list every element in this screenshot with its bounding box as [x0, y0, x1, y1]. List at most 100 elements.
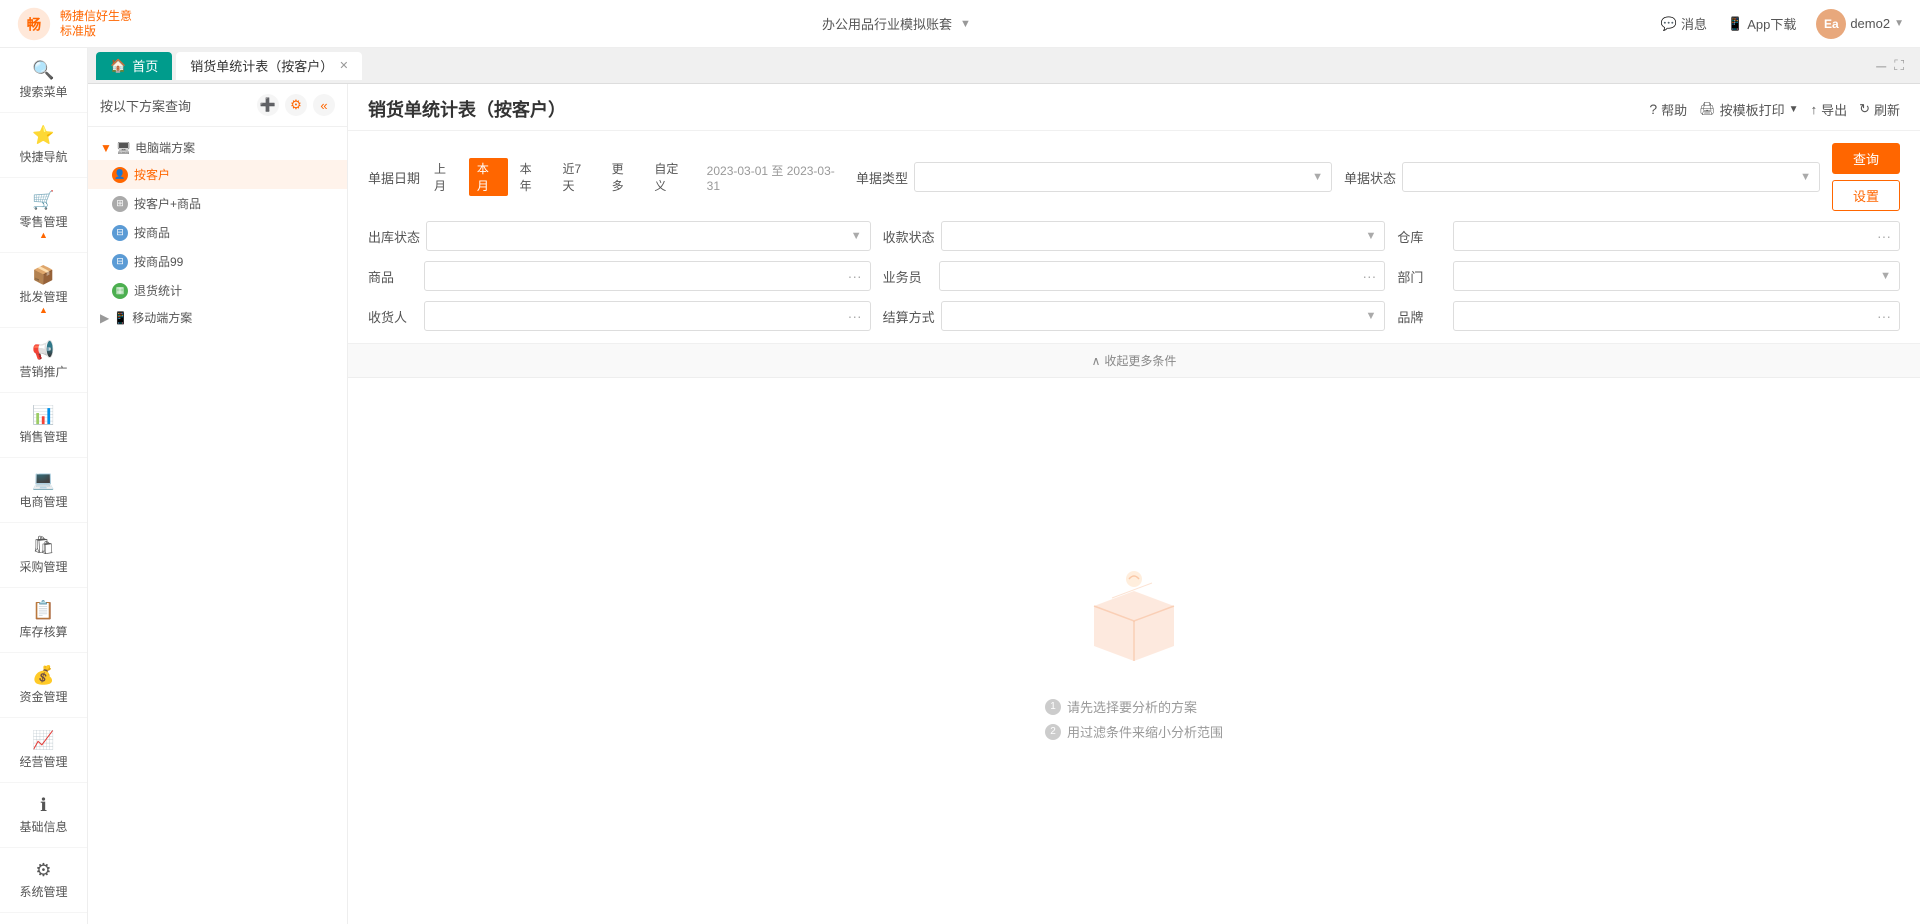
filter-item-warehouse: 仓库 ···: [1397, 221, 1900, 251]
refresh-btn[interactable]: ↻ 刷新: [1859, 100, 1900, 119]
chart-icon: ⊞: [112, 196, 128, 212]
sidebar-item-sales[interactable]: 📊 销售管理: [0, 393, 87, 458]
search-icon: 🔍: [32, 60, 54, 81]
chevron-down-icon[interactable]: ▼: [960, 18, 971, 30]
user-menu[interactable]: Ea demo2 ▼: [1816, 9, 1904, 39]
avatar: Ea: [1816, 9, 1846, 39]
message-btn[interactable]: 💬 消息: [1661, 14, 1707, 33]
purchase-icon: 🛍: [32, 535, 55, 556]
recipient-select[interactable]: ···: [424, 301, 871, 331]
filter-area: 单据日期 上月 本月 本年 近7天 更多 自定义 2023-03-01 至 20…: [348, 131, 1920, 344]
sidebar-item-basic[interactable]: ℹ 基础信息: [0, 783, 87, 848]
scheme-item-by-customer[interactable]: 👤 按客户: [88, 160, 347, 189]
empty-box-icon: [1074, 561, 1194, 681]
recipient-label: 收货人: [368, 307, 418, 326]
print-btn[interactable]: 🖨 按模板打印 ▼: [1699, 100, 1798, 119]
sidebar-item-ecommerce[interactable]: 💻 电商管理: [0, 458, 87, 523]
salesperson-select[interactable]: ···: [939, 261, 1386, 291]
date-tabs: 上月 本月 本年 近7天 更多 自定义: [426, 158, 697, 196]
brand-select[interactable]: ···: [1453, 301, 1900, 331]
window-min-icon[interactable]: ─: [1876, 58, 1886, 74]
sidebar: 🔍 搜索菜单 ⭐ 快捷导航 🛒 零售管理 ▲ 📦 批发管理 ▲ 📢 营销推广 📊…: [0, 48, 88, 924]
dept-select[interactable]: ▼: [1453, 261, 1900, 291]
sidebar-item-finance[interactable]: 💰 资金管理: [0, 653, 87, 718]
header-center[interactable]: 办公用品行业模拟账套 ▼: [822, 14, 971, 33]
scheme-item-by-product-99[interactable]: ⊟ 按商品99: [88, 247, 347, 276]
dots-icon[interactable]: ···: [1877, 308, 1891, 324]
mobile-icon: 📱: [113, 311, 128, 325]
sidebar-item-purchase[interactable]: 🛍 采购管理: [0, 523, 87, 588]
brand-label: 品牌: [1397, 307, 1447, 326]
sidebar-item-search[interactable]: 🔍 搜索菜单: [0, 48, 87, 113]
scheme-item-by-product[interactable]: ⊟ 按商品: [88, 218, 347, 247]
sidebar-item-operation[interactable]: 📈 经营管理: [0, 718, 87, 783]
search-button[interactable]: 查询: [1832, 143, 1900, 174]
scheme-item-return-stat[interactable]: ▦ 退货统计: [88, 276, 347, 305]
empty-tip-1: 1 请先选择要分析的方案: [1045, 697, 1223, 716]
retail-icon: 🛒: [32, 190, 54, 211]
product-select[interactable]: ···: [424, 261, 871, 291]
date-tab-current-year[interactable]: 本年: [512, 158, 551, 196]
top-header: 畅 畅捷信好生意 标准版 办公用品行业模拟账套 ▼ 💬 消息 📱 App下载 E…: [0, 0, 1920, 48]
sidebar-item-marketing[interactable]: 📢 营销推广: [0, 328, 87, 393]
sidebar-item-inventory[interactable]: 📋 库存核算: [0, 588, 87, 653]
receipt-status-select[interactable]: ▼: [941, 221, 1386, 251]
dots-icon[interactable]: ···: [1362, 268, 1376, 284]
scheme-item-by-customer-product[interactable]: ⊞ 按客户+商品: [88, 189, 347, 218]
help-btn[interactable]: ? 帮助: [1649, 100, 1687, 119]
sidebar-item-shortcut[interactable]: ⭐ 快捷导航: [0, 113, 87, 178]
date-tab-prev-month[interactable]: 上月: [426, 158, 465, 196]
date-tab-more[interactable]: 更多: [604, 158, 643, 196]
collapse-scheme-btn[interactable]: «: [313, 94, 335, 116]
tab-sales-stat[interactable]: 销货单统计表（按客户） ✕: [176, 52, 362, 80]
star-icon: ⭐: [32, 125, 54, 146]
chevron-down-icon: ▼: [1800, 171, 1811, 183]
settings-button[interactable]: 设置: [1832, 180, 1900, 211]
wholesale-icon: 📦: [32, 265, 54, 286]
chevron-down-icon: ▼: [1365, 230, 1376, 242]
filter-panel: 销货单统计表（按客户） ? 帮助 🖨 按模板打印 ▼ ↑: [348, 84, 1920, 924]
date-tab-7days[interactable]: 近7天: [554, 158, 599, 196]
empty-tip-2: 2 用过滤条件来缩小分析范围: [1045, 722, 1223, 741]
filter-row-1: 单据日期 上月 本月 本年 近7天 更多 自定义 2023-03-01 至 20…: [368, 143, 1900, 211]
filter-row-2: 出库状态 ▼ 收款状态 ▼: [368, 221, 1900, 251]
dots-icon[interactable]: ···: [848, 268, 862, 284]
app-download-btn[interactable]: 📱 App下载: [1727, 14, 1796, 33]
type-label: 单据类型: [856, 168, 908, 187]
add-scheme-btn[interactable]: ➕: [257, 94, 279, 116]
tab-home[interactable]: 🏠 首页: [96, 52, 172, 80]
settlement-label: 结算方式: [883, 307, 935, 326]
sidebar-item-wholesale[interactable]: 📦 批发管理 ▲: [0, 253, 87, 328]
date-tab-current-month[interactable]: 本月: [469, 158, 508, 196]
filter-item-receipt-status: 收款状态 ▼: [883, 221, 1386, 251]
scheme-category-desktop[interactable]: ▼ 🖥 电脑端方案: [88, 135, 347, 160]
chevron-down-icon: ▼: [851, 230, 862, 242]
date-tab-custom[interactable]: 自定义: [646, 158, 696, 196]
dots-icon[interactable]: ···: [848, 308, 862, 324]
tab-close-icon[interactable]: ✕: [339, 59, 348, 72]
sidebar-item-system[interactable]: ⚙ 系统管理: [0, 848, 87, 913]
settlement-select[interactable]: ▼: [941, 301, 1386, 331]
customer-icon: 👤: [112, 167, 128, 183]
scheme-category-mobile[interactable]: ▶ 📱 移动端方案: [88, 305, 347, 330]
content-area: 🏠 首页 销货单统计表（按客户） ✕ ─ ⛶ 按以下方案查询 ➕ ⚙: [88, 48, 1920, 924]
sidebar-item-retail[interactable]: 🛒 零售管理 ▲: [0, 178, 87, 253]
scheme-panel: 按以下方案查询 ➕ ⚙ « ▼ 🖥 电脑端方案: [88, 84, 348, 924]
settings-scheme-btn[interactable]: ⚙: [285, 94, 307, 116]
warehouse-select[interactable]: ···: [1453, 221, 1900, 251]
filter-row-4: 收货人 ··· 结算方式 ▼: [368, 301, 1900, 331]
collapse-bar[interactable]: ∧ 收起更多条件: [348, 344, 1920, 378]
out-status-select[interactable]: ▼: [426, 221, 871, 251]
window-max-icon[interactable]: ⛶: [1894, 57, 1904, 74]
filter-item-settlement: 结算方式 ▼: [883, 301, 1386, 331]
sidebar-item-coop[interactable]: 🤝 企业协同: [0, 913, 87, 924]
status-select[interactable]: ▼: [1402, 162, 1820, 192]
dots-icon[interactable]: ···: [1877, 228, 1891, 244]
type-select[interactable]: ▼: [914, 162, 1332, 192]
scheme-header-icons: ➕ ⚙ «: [257, 94, 335, 116]
export-btn[interactable]: ↑ 导出: [1811, 100, 1848, 119]
inventory-icon: 📋: [32, 600, 54, 621]
logo-icon: 畅: [16, 6, 52, 42]
filter-item-status: 单据状态 ▼: [1344, 162, 1820, 192]
filter-row-3: 商品 ··· 业务员 ···: [368, 261, 1900, 291]
